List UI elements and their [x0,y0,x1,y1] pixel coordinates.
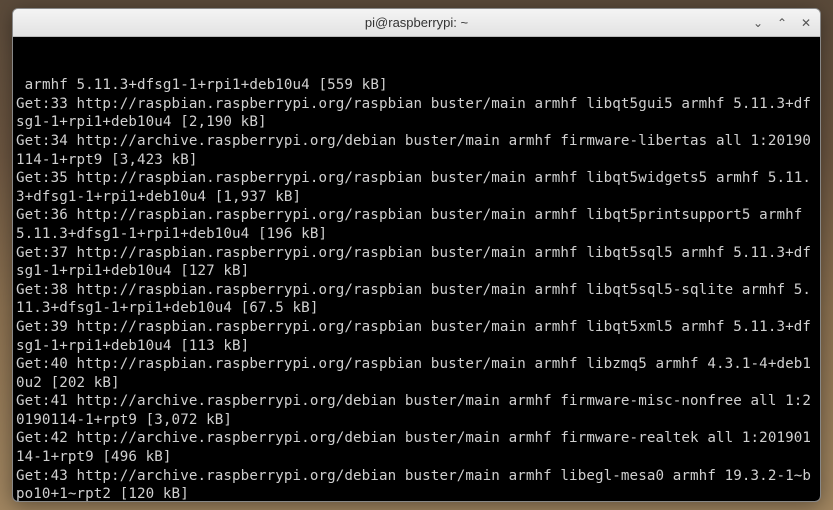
window-titlebar[interactable]: pi@raspberrypi: ~ ⌄ ⌃ ✕ [13,9,820,37]
window-controls: ⌄ ⌃ ✕ [750,9,814,36]
window-title: pi@raspberrypi: ~ [365,15,468,30]
terminal-output[interactable]: armhf 5.11.3+dfsg1-1+rpi1+deb10u4 [559 k… [13,37,820,501]
terminal-window: pi@raspberrypi: ~ ⌄ ⌃ ✕ armhf 5.11.3+dfs… [12,8,821,502]
close-button[interactable]: ✕ [798,15,814,31]
terminal-lines: armhf 5.11.3+dfsg1-1+rpi1+deb10u4 [559 k… [16,76,817,501]
maximize-button[interactable]: ⌃ [774,15,790,31]
minimize-button[interactable]: ⌄ [750,15,766,31]
